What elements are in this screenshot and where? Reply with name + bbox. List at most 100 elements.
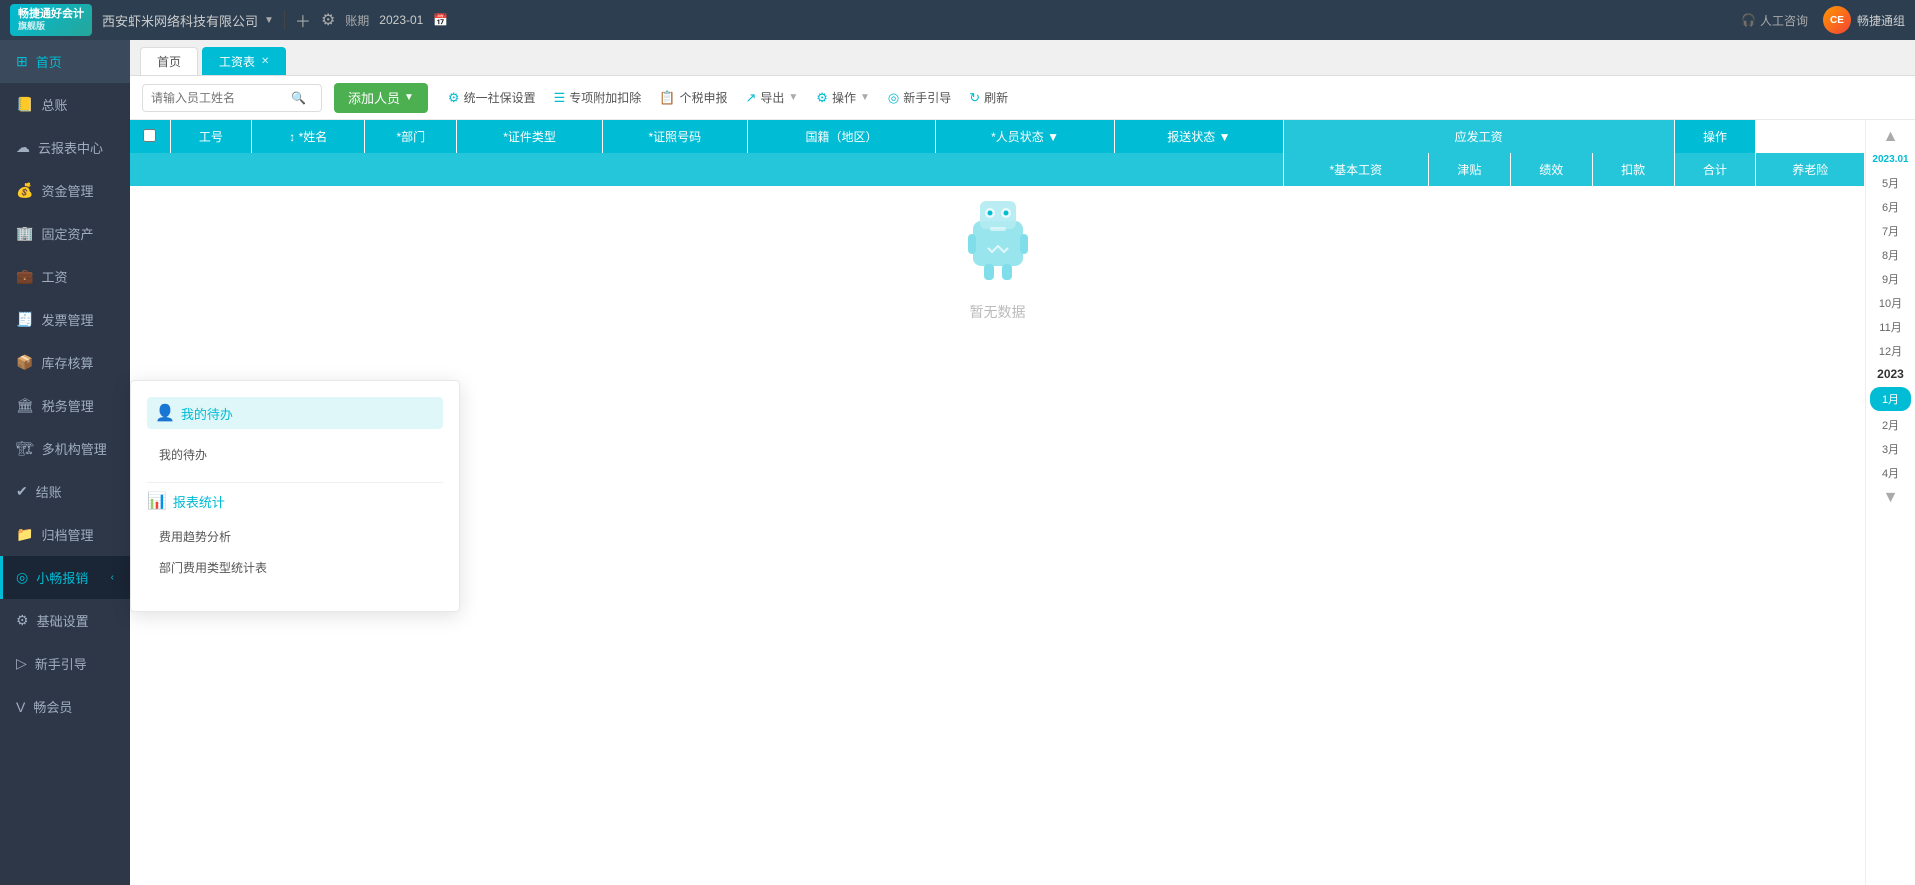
col-allowance: 津贴 xyxy=(1428,153,1510,186)
sidebar-label-fund: 资金管理 xyxy=(41,181,93,200)
popup-section-todo: 👤 我的待办 我的待办 xyxy=(147,397,443,470)
timeline-month-9[interactable]: 9月 xyxy=(1866,267,1915,291)
sidebar-label-inventory: 库存核算 xyxy=(41,353,93,372)
sidebar-item-multi-org[interactable]: 🏗 多机构管理 xyxy=(0,427,130,470)
timeline-month-5[interactable]: 5月 xyxy=(1866,171,1915,195)
personal-tax-button[interactable]: 📋 个税申报 xyxy=(651,85,735,110)
calendar-icon[interactable]: 📅 xyxy=(433,13,448,27)
special-deduction-button[interactable]: ☰ 专项附加扣除 xyxy=(546,85,650,110)
salary-table: 工号 ↕ *姓名 *部门 *证件类型 *证照号码 国籍（地区） *人员状态 ▼ xyxy=(130,120,1865,186)
toolbar: 🔍 添加人员 ▼ ⚙ 统一社保设置 ☰ 专项附加扣除 📋 个税申报 xyxy=(130,76,1915,120)
sidebar-item-basic-settings[interactable]: ⚙ 基础设置 xyxy=(0,599,130,642)
add-icon[interactable]: ＋ xyxy=(295,8,311,32)
user-info[interactable]: CE 畅捷通组 xyxy=(1823,6,1905,34)
timeline-down-icon[interactable]: ▼ xyxy=(1879,485,1903,511)
tab-salary-table[interactable]: 工资表 ✕ xyxy=(202,47,286,75)
tab-home-label: 首页 xyxy=(157,53,181,70)
col-basic-wage: *基本工资 xyxy=(1283,153,1428,186)
sidebar-item-fund[interactable]: 💰 资金管理 xyxy=(0,169,130,212)
sidebar-label-fixed-assets: 固定资产 xyxy=(41,224,93,243)
timeline-month-10[interactable]: 10月 xyxy=(1866,291,1915,315)
timeline-month-2[interactable]: 2月 xyxy=(1866,413,1915,437)
sidebar-item-settlement[interactable]: ✔ 结账 xyxy=(0,470,130,513)
sidebar-label-ledger: 总账 xyxy=(41,95,67,114)
sidebar-item-fixed-assets[interactable]: 🏢 固定资产 xyxy=(0,212,130,255)
settlement-icon: ✔ xyxy=(16,483,28,500)
top-bar: 畅捷通好会计 旗舰版 西安虾米网络科技有限公司 ▼ ＋ ⚙ 账期 2023-01… xyxy=(0,0,1915,40)
tab-home[interactable]: 首页 xyxy=(140,47,198,75)
filter-icon-2[interactable]: ▼ xyxy=(1219,130,1231,144)
popup-item-my-todo[interactable]: 我的待办 xyxy=(147,439,443,470)
col-checkbox[interactable] xyxy=(130,120,170,153)
popup-item-expense-trend[interactable]: 费用趋势分析 xyxy=(147,521,443,552)
sidebar-item-inventory[interactable]: 📦 库存核算 xyxy=(0,341,130,384)
popup-divider xyxy=(147,482,443,483)
search-input[interactable] xyxy=(151,91,291,105)
operations-label: 操作 xyxy=(832,89,856,106)
search-icon[interactable]: 🔍 xyxy=(291,91,306,105)
export-icon: ↗ xyxy=(745,90,756,106)
sidebar-item-invoice[interactable]: 🧾 发票管理 xyxy=(0,298,130,341)
timeline-panel: ▲ 2023.01 5月 6月 7月 8月 9月 10月 11月 12月 202… xyxy=(1865,120,1915,885)
sidebar-item-ledger[interactable]: 📒 总账 xyxy=(0,83,130,126)
timeline-up-icon[interactable]: ▲ xyxy=(1879,124,1903,150)
col-wage-group: 应发工资 xyxy=(1283,120,1674,153)
personal-tax-label: 个税申报 xyxy=(679,89,727,106)
popup-section-report: 📊 报表统计 费用趋势分析 部门费用类型统计表 xyxy=(147,491,443,583)
timeline-month-8[interactable]: 8月 xyxy=(1866,243,1915,267)
timeline-month-11[interactable]: 11月 xyxy=(1866,315,1915,339)
sidebar-item-cloud-report[interactable]: ☁ 云报表中心 xyxy=(0,126,130,169)
support-button[interactable]: 🎧 人工咨询 xyxy=(1741,12,1808,29)
top-bar-right: 🎧 人工咨询 CE 畅捷通组 xyxy=(1741,6,1905,34)
select-all-checkbox[interactable] xyxy=(143,129,156,142)
social-security-button[interactable]: ⚙ 统一社保设置 xyxy=(440,85,544,110)
col-operations: 操作 xyxy=(1674,120,1756,153)
export-chevron-icon: ▼ xyxy=(788,92,798,103)
inventory-icon: 📦 xyxy=(16,354,33,371)
report-icon: 📊 xyxy=(147,491,167,511)
timeline-month-12[interactable]: 12月 xyxy=(1866,339,1915,363)
archive-icon: 📁 xyxy=(16,526,33,543)
operations-button[interactable]: ⚙ 操作 ▼ xyxy=(808,85,878,110)
timeline-month-7[interactable]: 7月 xyxy=(1866,219,1915,243)
popup-section-todo-title[interactable]: 👤 我的待办 xyxy=(147,397,443,429)
sidebar-label-home: 首页 xyxy=(36,52,62,71)
robot-svg xyxy=(948,186,1048,286)
user-name: 畅捷通组 xyxy=(1857,12,1905,29)
col-dept: *部门 xyxy=(365,120,457,153)
export-button[interactable]: ↗ 导出 ▼ xyxy=(737,85,806,110)
popup-item-dept-expense[interactable]: 部门费用类型统计表 xyxy=(147,552,443,583)
sidebar-item-archive[interactable]: 📁 归档管理 xyxy=(0,513,130,556)
tab-bar: 首页 工资表 ✕ xyxy=(130,40,1915,76)
refresh-button[interactable]: ↻ 刷新 xyxy=(961,85,1016,110)
company-selector[interactable]: 西安虾米网络科技有限公司 ▼ xyxy=(102,11,274,30)
search-box[interactable]: 🔍 xyxy=(142,84,322,112)
divider xyxy=(284,10,285,30)
salary-icon: 💼 xyxy=(16,268,33,285)
settings-icon[interactable]: ⚙ xyxy=(321,10,335,30)
guide-button[interactable]: ◎ 新手引导 xyxy=(880,85,959,110)
popup-section-report-title[interactable]: 📊 报表统计 xyxy=(147,491,443,511)
cloud-icon: ☁ xyxy=(16,139,30,156)
sidebar-item-new-guide[interactable]: ▷ 新手引导 xyxy=(0,642,130,685)
sidebar-item-salary[interactable]: 💼 工资 xyxy=(0,255,130,298)
sidebar-item-member[interactable]: V 畅会员 xyxy=(0,685,130,728)
timeline-header: 2023.01 xyxy=(1866,150,1915,169)
ledger-icon: 📒 xyxy=(16,96,33,113)
sidebar-item-tax[interactable]: 🏛 税务管理 xyxy=(0,384,130,427)
empty-text: 暂无数据 xyxy=(970,302,1026,322)
sidebar-label-archive: 归档管理 xyxy=(41,525,93,544)
timeline-month-6[interactable]: 6月 xyxy=(1866,195,1915,219)
add-person-button[interactable]: 添加人员 ▼ xyxy=(334,83,428,113)
avatar: CE xyxy=(1823,6,1851,34)
timeline-month-4[interactable]: 4月 xyxy=(1866,461,1915,485)
settings-icon: ⚙ xyxy=(16,612,29,629)
todo-icon: 👤 xyxy=(155,403,175,423)
col-spacer xyxy=(130,153,1283,186)
sidebar-item-home[interactable]: ⊞ 首页 xyxy=(0,40,130,83)
sidebar-item-mini-expense[interactable]: ◎ 小畅报销 ‹ xyxy=(0,556,130,599)
timeline-month-1-current[interactable]: 1月 xyxy=(1870,387,1911,411)
filter-icon[interactable]: ▼ xyxy=(1047,130,1059,144)
timeline-month-3[interactable]: 3月 xyxy=(1866,437,1915,461)
close-icon[interactable]: ✕ xyxy=(261,56,269,67)
